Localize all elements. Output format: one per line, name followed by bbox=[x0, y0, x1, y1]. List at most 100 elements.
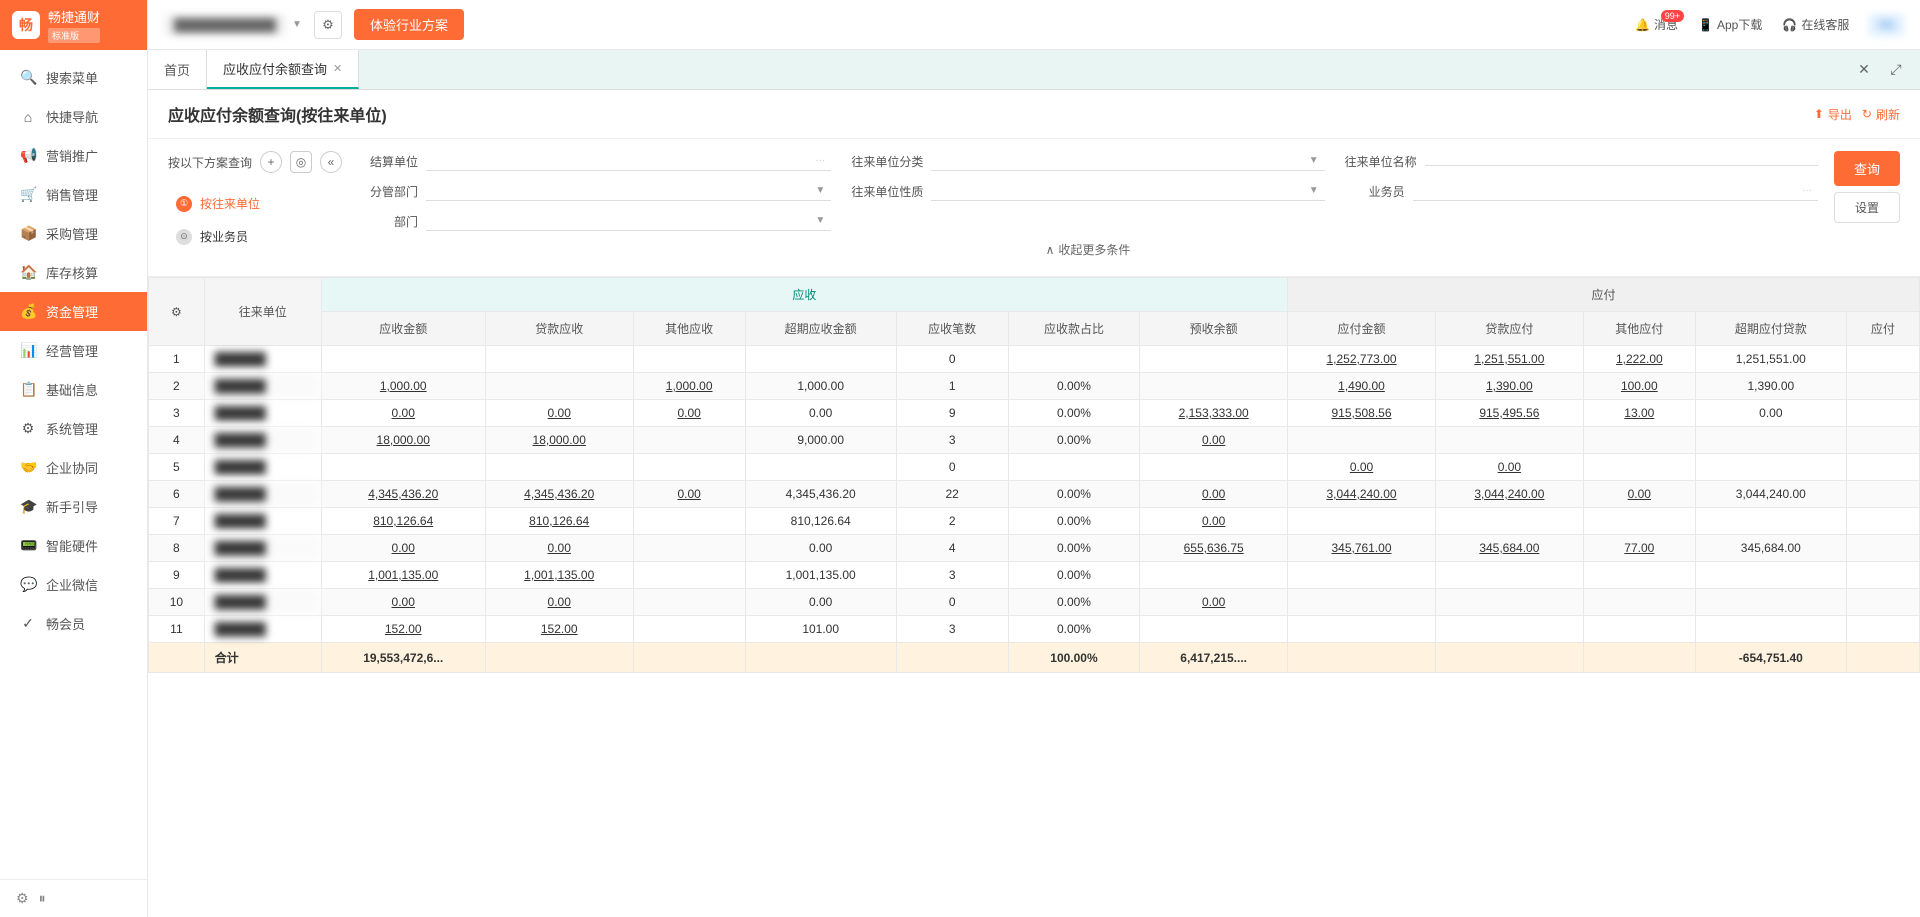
user-avatar[interactable]: Rit bbox=[1869, 14, 1904, 36]
messages-button[interactable]: 🔔 消息 99+ bbox=[1635, 16, 1678, 33]
tab-expand-icon[interactable]: ⤢ bbox=[1884, 58, 1908, 82]
filter-scheme-label: 按以下方案查询 bbox=[168, 154, 252, 171]
filter-by-partner[interactable]: ① 按往来单位 bbox=[168, 191, 342, 216]
online-service-button[interactable]: 🎧 在线客服 bbox=[1782, 16, 1849, 33]
salesman-dots: ··· bbox=[1802, 185, 1812, 196]
operations-icon: 📊 bbox=[20, 342, 36, 359]
col-ap-amount: 应付金额 bbox=[1288, 312, 1436, 346]
export-label: 导出 bbox=[1828, 106, 1852, 123]
settlement-unit-label: 结算单位 bbox=[358, 153, 418, 170]
table-settings-icon[interactable]: ⚙ bbox=[171, 305, 182, 319]
online-service-label: 在线客服 bbox=[1801, 16, 1849, 33]
sidebar-label-inventory: 库存核算 bbox=[46, 263, 98, 282]
refresh-button[interactable]: ↻ 刷新 bbox=[1862, 106, 1900, 123]
table-row: 6██████4,345,436.204,345,436.200.004,345… bbox=[149, 481, 1920, 508]
tab-close-icon[interactable]: ✕ bbox=[333, 62, 342, 75]
sidebar-item-guide[interactable]: 🎓 新手引导 bbox=[0, 487, 147, 526]
filter-options-icon[interactable]: ◎ bbox=[290, 151, 312, 173]
settlement-dots: ··· bbox=[815, 155, 825, 166]
tab-home-label: 首页 bbox=[164, 60, 190, 79]
app-download-label: App下载 bbox=[1717, 16, 1762, 33]
system-icon: ⚙ bbox=[20, 420, 36, 437]
sidebar-label-quick: 快捷导航 bbox=[46, 107, 98, 126]
sidebar-label-member: 畅会员 bbox=[46, 614, 85, 633]
collapse-icon: ∧ bbox=[1046, 243, 1055, 257]
sidebar-item-operations[interactable]: 📊 经营管理 bbox=[0, 331, 147, 370]
sidebar-label-operations: 经营管理 bbox=[46, 341, 98, 360]
sidebar-label-enterprise: 企业协同 bbox=[46, 458, 98, 477]
plan-button[interactable]: 体验行业方案 bbox=[354, 9, 464, 40]
sidebar-item-search[interactable]: 🔍 搜索菜单 bbox=[0, 58, 147, 97]
query-button[interactable]: 查询 bbox=[1834, 151, 1900, 186]
partner-nature-input[interactable]: ▼ bbox=[931, 181, 1324, 201]
tabbar: 首页 应收应付余额查询 ✕ ✕ ⤢ bbox=[148, 50, 1920, 90]
scheme-partner-label: 按往来单位 bbox=[200, 195, 260, 212]
filter-add-button[interactable]: + bbox=[260, 151, 282, 173]
table-row: 11██████152.00152.00101.0030.00% bbox=[149, 616, 1920, 643]
filter-by-salesman[interactable]: ⊙ 按业务员 bbox=[168, 224, 342, 249]
tab-ar-ap[interactable]: 应收应付余额查询 ✕ bbox=[207, 50, 359, 89]
table-row: 7██████810,126.64810,126.64810,126.6420.… bbox=[149, 508, 1920, 535]
tab-home[interactable]: 首页 bbox=[148, 50, 207, 89]
ar-group-header: 应收 bbox=[321, 278, 1287, 312]
page-actions: ⬆ 导出 ↻ 刷新 bbox=[1814, 106, 1900, 123]
sidebar-label-wechat: 企业微信 bbox=[46, 575, 98, 594]
partner-name-input[interactable] bbox=[1425, 157, 1818, 166]
sidebar-label-purchase: 采购管理 bbox=[46, 224, 98, 243]
filter-area: 按以下方案查询 + ◎ « ① 按往来单位 ⊙ 按业务员 bbox=[148, 139, 1920, 277]
footer-settings-icon[interactable]: ⚙ bbox=[16, 890, 29, 907]
col-ar-overdue: 超期应收金额 bbox=[745, 312, 896, 346]
filter-settings-button[interactable]: 设置 bbox=[1834, 192, 1900, 223]
col-ap-other: 其他应付 bbox=[1583, 312, 1695, 346]
sidebar-item-purchase[interactable]: 📦 采购管理 bbox=[0, 214, 147, 253]
sidebar-item-enterprise[interactable]: 🤝 企业协同 bbox=[0, 448, 147, 487]
settlement-unit-input[interactable]: ··· bbox=[426, 151, 831, 171]
filter-collapse-icon[interactable]: « bbox=[320, 151, 342, 173]
download-icon: 📱 bbox=[1698, 18, 1713, 32]
member-icon: ✓ bbox=[20, 615, 36, 632]
department-input[interactable]: ▼ bbox=[426, 211, 831, 231]
partner-category-input[interactable]: ▼ bbox=[931, 151, 1324, 171]
table-settings-header: ⚙ bbox=[149, 278, 205, 346]
filter-department: 部门 ▼ bbox=[358, 211, 831, 231]
col-ar-other: 其他应收 bbox=[633, 312, 745, 346]
tab-close-all-icon[interactable]: ✕ bbox=[1852, 58, 1876, 82]
division-input[interactable]: ▼ bbox=[426, 181, 831, 201]
sidebar: 畅 畅捷通财 标准版 🔍 搜索菜单 ⌂ 快捷导航 📢 营销推广 🛒 销售管理 📦… bbox=[0, 0, 148, 917]
partner-category-label: 往来单位分类 bbox=[851, 153, 923, 170]
export-button[interactable]: ⬆ 导出 bbox=[1814, 106, 1852, 123]
sidebar-item-quick[interactable]: ⌂ 快捷导航 bbox=[0, 97, 147, 136]
sidebar-item-marketing[interactable]: 📢 营销推广 bbox=[0, 136, 147, 175]
sidebar-item-wechat[interactable]: 💬 企业微信 bbox=[0, 565, 147, 604]
right-buttons: 查询 设置 bbox=[1834, 151, 1900, 223]
col-ar-loan: 贷款应收 bbox=[485, 312, 633, 346]
sidebar-label-marketing: 营销推广 bbox=[46, 146, 98, 165]
sidebar-logo: 畅 畅捷通财 标准版 bbox=[0, 0, 147, 50]
sidebar-item-basic[interactable]: 📋 基础信息 bbox=[0, 370, 147, 409]
sidebar-item-inventory[interactable]: 🏠 库存核算 bbox=[0, 253, 147, 292]
topbar: ████████████ ▼ ⚙ 体验行业方案 🔔 消息 99+ 📱 App下载… bbox=[148, 0, 1920, 50]
sidebar-item-finance[interactable]: 💰 资金管理 bbox=[0, 292, 147, 331]
collapse-row: ∧ 收起更多条件 bbox=[358, 235, 1818, 264]
company-selector[interactable]: ████████████ ▼ bbox=[164, 14, 302, 36]
sidebar-item-sales[interactable]: 🛒 销售管理 bbox=[0, 175, 147, 214]
table-footer-row: 合计19,553,472,6...100.00%6,417,215....-65… bbox=[149, 643, 1920, 673]
collapse-button[interactable]: ∧ 收起更多条件 bbox=[1040, 235, 1137, 264]
logo-icon: 畅 bbox=[12, 11, 40, 39]
sidebar-item-hardware[interactable]: 📟 智能硬件 bbox=[0, 526, 147, 565]
sidebar-item-system[interactable]: ⚙ 系统管理 bbox=[0, 409, 147, 448]
data-table: ⚙ 往来单位 应收 应付 应收金额 贷款应收 其他应收 超期应收金额 应收笔数 … bbox=[148, 277, 1920, 673]
table-row: 4██████18,000.0018,000.009,000.0030.00%0… bbox=[149, 427, 1920, 454]
sidebar-label-finance: 资金管理 bbox=[46, 302, 98, 321]
salesman-input[interactable]: ··· bbox=[1413, 181, 1818, 201]
filter-settlement-unit: 结算单位 ··· bbox=[358, 151, 831, 171]
page-title: 应收应付余额查询(按往来单位) bbox=[168, 102, 387, 126]
department-label: 部门 bbox=[358, 213, 418, 230]
home-icon: ⌂ bbox=[20, 109, 36, 125]
settings-button[interactable]: ⚙ bbox=[314, 11, 342, 39]
tab-ar-ap-label: 应收应付余额查询 bbox=[223, 59, 327, 78]
app-download-button[interactable]: 📱 App下载 bbox=[1698, 16, 1762, 33]
bell-icon: 🔔 bbox=[1635, 18, 1650, 32]
footer-collapse-icon[interactable]: ⏸ bbox=[39, 890, 46, 907]
sidebar-item-member[interactable]: ✓ 畅会员 bbox=[0, 604, 147, 643]
